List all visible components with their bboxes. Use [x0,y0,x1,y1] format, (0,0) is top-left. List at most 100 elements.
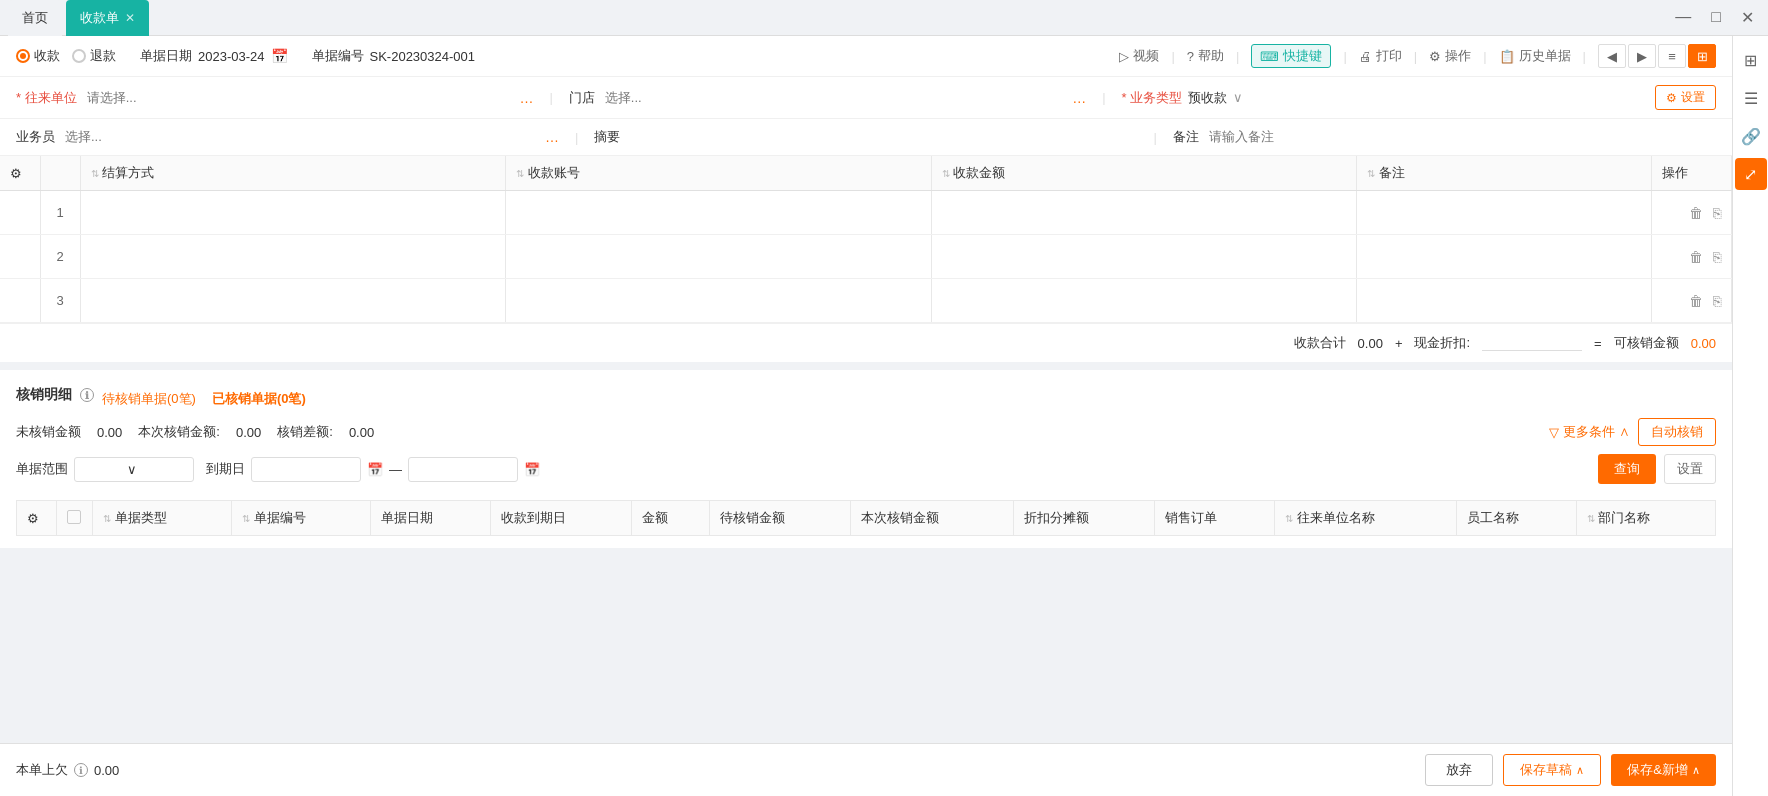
note-input[interactable] [1205,127,1716,147]
due-date-start-input[interactable]: 2022-04-01 [251,457,361,482]
maximize-btn[interactable]: □ [1705,6,1727,29]
salesman-more-icon[interactable]: … [545,129,559,145]
bill-range-field: 单据范围 ∨ [16,457,194,482]
counterpart-field: 往来单位 … [16,88,533,108]
available-label: 可核销金额 [1614,334,1679,352]
sidebar-expand-icon[interactable]: ⤢ [1735,158,1767,190]
row-account-cell[interactable] [506,191,932,235]
calendar-start-icon[interactable]: 📅 [367,462,383,477]
nav-next-btn[interactable]: ▶ [1628,44,1656,68]
tab-receipt[interactable]: 收款单 ✕ [66,0,149,36]
verify-tab-done[interactable]: 已核销单据(0笔) [212,390,306,408]
tab-home[interactable]: 首页 [8,0,62,36]
verify-info-icon[interactable]: ℹ [80,388,94,402]
radio-refund[interactable]: 退款 [72,47,116,65]
row-delete-icon[interactable]: 🗑 [1689,249,1703,265]
vth-discount: 折扣分摊额 [1013,501,1154,536]
tab-close-icon[interactable]: ✕ [125,11,135,25]
section-divider [0,362,1732,370]
table-container: ⚙ ⇅ 结算方式 ⇅ 收款账号 ⇅ [0,156,1732,323]
nav-grid-btn[interactable]: ⊞ [1688,44,1716,68]
action-operations[interactable]: ⚙ 操作 [1429,47,1471,65]
minimize-btn[interactable]: — [1669,6,1697,29]
close-btn[interactable]: ✕ [1735,6,1760,29]
auto-verify-btn[interactable]: 自动核销 [1638,418,1716,446]
store-more-icon[interactable]: … [1072,90,1086,106]
vth-settings[interactable]: ⚙ [17,501,57,536]
abandon-btn[interactable]: 放弃 [1425,754,1493,786]
total-label: 收款合计 [1294,334,1346,352]
verify-table-container: ⚙ ⇅ 单据类型 ⇅ 单据编号 单据日期 收款到期日 [16,500,1716,536]
radio-receive[interactable]: 收款 [16,47,60,65]
more-conditions-btn[interactable]: ▽ 更多条件 ∧ [1549,423,1630,441]
bill-date-field: 单据日期 2023-03-24 📅 [140,47,288,65]
verify-tab-pending[interactable]: 待核销单据(0笔) [102,390,196,408]
nav-list-btn[interactable]: ≡ [1658,44,1686,68]
video-label: 视频 [1133,47,1159,65]
sidebar-table-icon[interactable]: ⊞ [1735,44,1767,76]
row-note-cell[interactable] [1357,235,1652,279]
equals-sign: = [1594,336,1602,351]
settings-gear-icon: ⚙ [1666,91,1677,105]
action-shortcut[interactable]: ⌨ 快捷键 [1251,44,1331,68]
row-payment-cell[interactable] [80,279,506,323]
th-account: ⇅ 收款账号 [506,156,932,191]
row-amount-cell[interactable] [931,279,1357,323]
nav-icons: ◀ ▶ ≡ ⊞ [1598,44,1716,68]
radio-refund-label: 退款 [90,47,116,65]
diff-value: 0.00 [349,425,374,440]
sidebar-link-icon[interactable]: 🔗 [1735,120,1767,152]
action-help[interactable]: ? 帮助 [1187,47,1224,65]
counterpart-more-icon[interactable]: … [519,90,533,106]
row-payment-cell[interactable] [80,191,506,235]
action-print[interactable]: 🖨 打印 [1359,47,1402,65]
row-delete-icon[interactable]: 🗑 [1689,293,1703,309]
discount-input[interactable] [1482,335,1582,351]
store-input[interactable] [601,88,1066,108]
abstract-field: 摘要 [594,127,1137,147]
save-draft-arrow: ∧ [1576,764,1584,777]
vth-pending-amount: 待核销金额 [709,501,850,536]
select-all-checkbox[interactable] [67,510,81,524]
bill-range-select[interactable]: ∨ [74,457,194,482]
row-amount-cell[interactable] [931,191,1357,235]
th-settings[interactable]: ⚙ [0,156,40,191]
business-type-arrow[interactable]: ∨ [1233,90,1243,105]
save-draft-btn[interactable]: 保存草稿 ∧ [1503,754,1601,786]
row-num-cell: 1 [40,191,80,235]
bill-date-calendar-icon[interactable]: 📅 [271,48,288,64]
query-btn[interactable]: 查询 [1598,454,1656,484]
settings-button[interactable]: ⚙ 设置 [1655,85,1716,110]
due-date-label: 到期日 [206,460,245,478]
row-amount-cell[interactable] [931,235,1357,279]
row-account-cell[interactable] [506,235,932,279]
row-note-cell[interactable] [1357,279,1652,323]
nav-prev-btn[interactable]: ◀ [1598,44,1626,68]
row-account-cell[interactable] [506,279,932,323]
form-toolbar: 收款 退款 单据日期 2023-03-24 📅 单据编号 SK-20230324… [0,36,1732,77]
form-card: 收款 退款 单据日期 2023-03-24 📅 单据编号 SK-20230324… [0,36,1732,362]
th-row-num [40,156,80,191]
table-row: 1 🗑 ⎘ [0,191,1732,235]
sidebar-list-icon[interactable]: ☰ [1735,82,1767,114]
due-date-range: 到期日 2022-04-01 📅 — 2022-04-12 📅 [206,457,540,482]
save-new-btn[interactable]: 保存&新增 ∧ [1611,754,1716,786]
row-actions-cell: 🗑 ⎘ [1652,191,1732,235]
abstract-input[interactable] [626,127,1137,147]
verify-settings-btn[interactable]: 设置 [1664,454,1716,484]
row-copy-icon[interactable]: ⎘ [1713,249,1721,265]
help-label: 帮助 [1198,47,1224,65]
counterpart-input[interactable] [83,88,514,108]
row-copy-icon[interactable]: ⎘ [1713,293,1721,309]
action-video[interactable]: ▷ 视频 [1119,47,1159,65]
row-copy-icon[interactable]: ⎘ [1713,205,1721,221]
salesman-input[interactable] [61,127,539,147]
row-delete-icon[interactable]: 🗑 [1689,205,1703,221]
calendar-end-icon[interactable]: 📅 [524,462,540,477]
due-date-end-input[interactable]: 2022-04-12 [408,457,518,482]
bill-prev-info-icon[interactable]: ℹ [74,763,88,777]
row-payment-cell[interactable] [80,235,506,279]
summary-row: 收款合计 0.00 + 现金折扣: = 可核销金额 0.00 [0,323,1732,362]
row-note-cell[interactable] [1357,191,1652,235]
action-history[interactable]: 📋 历史单据 [1499,47,1571,65]
